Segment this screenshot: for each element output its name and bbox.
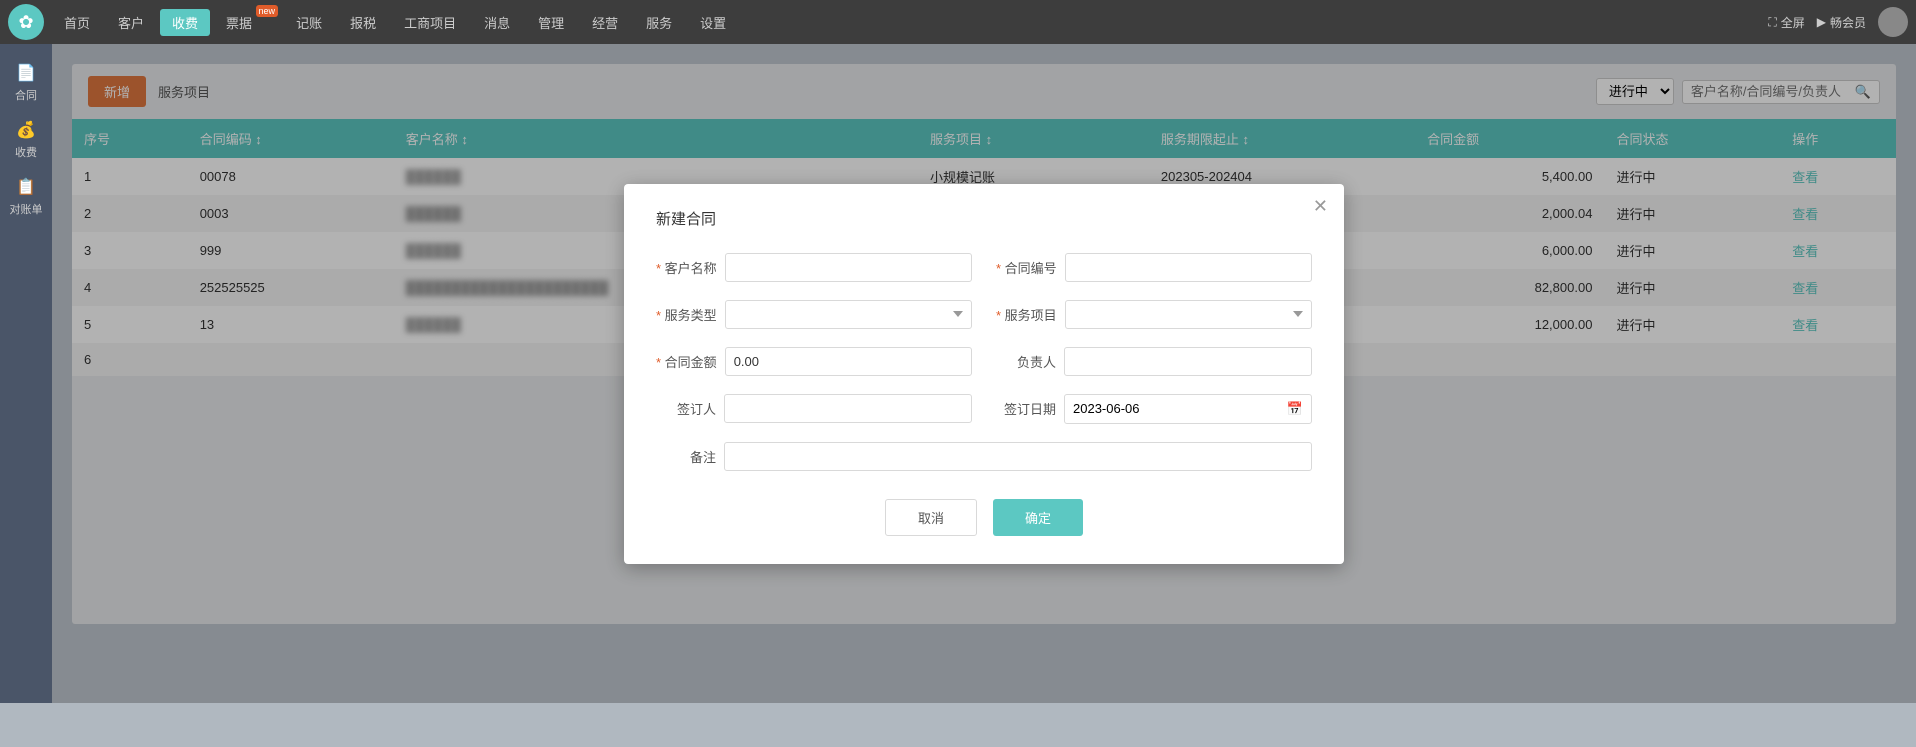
fee-icon: 💰 bbox=[15, 119, 37, 141]
form-row-3: 合同金额 负责人 bbox=[656, 347, 1312, 376]
responsible-field: 负责人 bbox=[996, 347, 1312, 376]
contract-icon: 📄 bbox=[15, 62, 37, 84]
service-item-label: 服务项目 bbox=[996, 305, 1057, 324]
sidebar: 📄 合同 💰 收费 📋 对账单 bbox=[0, 44, 52, 703]
nav-settings[interactable]: 设置 bbox=[688, 9, 738, 36]
top-nav: ✿ 首页 客户 收费 票据 new 记账 报税 工商项目 消息 管理 经营 服务… bbox=[0, 0, 1916, 44]
cancel-button[interactable]: 取消 bbox=[885, 499, 977, 536]
nav-fee[interactable]: 收费 bbox=[160, 9, 210, 36]
nav-items: 首页 客户 收费 票据 new 记账 报税 工商项目 消息 管理 经营 服务 设… bbox=[52, 9, 1768, 36]
service-item-field: 服务项目 bbox=[996, 300, 1312, 329]
dialog-title: 新建合同 bbox=[656, 208, 1312, 229]
sign-date-field: 签订日期 📅 bbox=[996, 394, 1312, 424]
play-icon: ▶ bbox=[1817, 15, 1826, 29]
nav-client[interactable]: 客户 bbox=[106, 9, 156, 36]
nav-manage[interactable]: 管理 bbox=[526, 9, 576, 36]
responsible-input[interactable] bbox=[1064, 347, 1312, 376]
service-type-select[interactable] bbox=[725, 300, 972, 329]
nav-service[interactable]: 服务 bbox=[634, 9, 684, 36]
new-contract-dialog: ✕ 新建合同 客户名称 合同编号 服务类型 服务项目 bbox=[624, 184, 1344, 564]
fullscreen-icon: ⛶ bbox=[1768, 15, 1776, 30]
new-badge: new bbox=[256, 5, 279, 17]
nav-business[interactable]: 工商项目 bbox=[392, 9, 468, 36]
sidebar-item-statement[interactable]: 📋 对账单 bbox=[0, 168, 52, 225]
statement-icon: 📋 bbox=[15, 176, 37, 198]
signer-input[interactable] bbox=[724, 394, 972, 423]
amount-field: 合同金额 bbox=[656, 347, 972, 376]
nav-right: ⛶ 全屏 ▶ 畅会员 bbox=[1768, 7, 1908, 37]
signer-label: 签订人 bbox=[656, 399, 716, 418]
nav-bookkeeping[interactable]: 记账 bbox=[284, 9, 334, 36]
amount-label: 合同金额 bbox=[656, 352, 717, 371]
sign-date-label: 签订日期 bbox=[996, 399, 1056, 418]
nav-ticket[interactable]: 票据 new bbox=[214, 9, 280, 36]
calendar-icon[interactable]: 📅 bbox=[1287, 401, 1303, 417]
avatar[interactable] bbox=[1878, 7, 1908, 37]
nav-message[interactable]: 消息 bbox=[472, 9, 522, 36]
client-name-input[interactable] bbox=[725, 253, 972, 282]
nav-operation[interactable]: 经营 bbox=[580, 9, 630, 36]
responsible-label: 负责人 bbox=[996, 352, 1056, 371]
remark-field: 备注 bbox=[656, 442, 1312, 471]
nav-tax[interactable]: 报税 bbox=[338, 9, 388, 36]
fullscreen-button[interactable]: ⛶ 全屏 bbox=[1768, 14, 1804, 31]
form-row-4: 签订人 签订日期 📅 bbox=[656, 394, 1312, 424]
contract-no-label: 合同编号 bbox=[996, 258, 1057, 277]
client-name-label: 客户名称 bbox=[656, 258, 717, 277]
amount-input[interactable] bbox=[725, 347, 972, 376]
form-row-1: 客户名称 合同编号 bbox=[656, 253, 1312, 282]
membership-button[interactable]: ▶ 畅会员 bbox=[1817, 14, 1866, 31]
dialog-overlay: ✕ 新建合同 客户名称 合同编号 服务类型 服务项目 bbox=[52, 44, 1916, 703]
sign-date-wrapper: 📅 bbox=[1064, 394, 1312, 424]
service-type-label: 服务类型 bbox=[656, 305, 717, 324]
nav-home[interactable]: 首页 bbox=[52, 9, 102, 36]
form-row-5: 备注 bbox=[656, 442, 1312, 471]
dialog-footer: 取消 确定 bbox=[656, 499, 1312, 536]
sign-date-input[interactable] bbox=[1073, 401, 1283, 416]
remark-input[interactable] bbox=[724, 442, 1312, 471]
remark-label: 备注 bbox=[656, 447, 716, 466]
contract-no-input[interactable] bbox=[1065, 253, 1312, 282]
client-name-field: 客户名称 bbox=[656, 253, 972, 282]
sidebar-item-fee[interactable]: 💰 收费 bbox=[0, 111, 52, 168]
sidebar-item-contract[interactable]: 📄 合同 bbox=[0, 54, 52, 111]
logo[interactable]: ✿ bbox=[8, 4, 44, 40]
close-button[interactable]: ✕ bbox=[1313, 196, 1328, 217]
service-type-field: 服务类型 bbox=[656, 300, 972, 329]
form-row-2: 服务类型 服务项目 bbox=[656, 300, 1312, 329]
service-item-select[interactable] bbox=[1065, 300, 1312, 329]
confirm-button[interactable]: 确定 bbox=[993, 499, 1083, 536]
contract-no-field: 合同编号 bbox=[996, 253, 1312, 282]
signer-field: 签订人 bbox=[656, 394, 972, 424]
